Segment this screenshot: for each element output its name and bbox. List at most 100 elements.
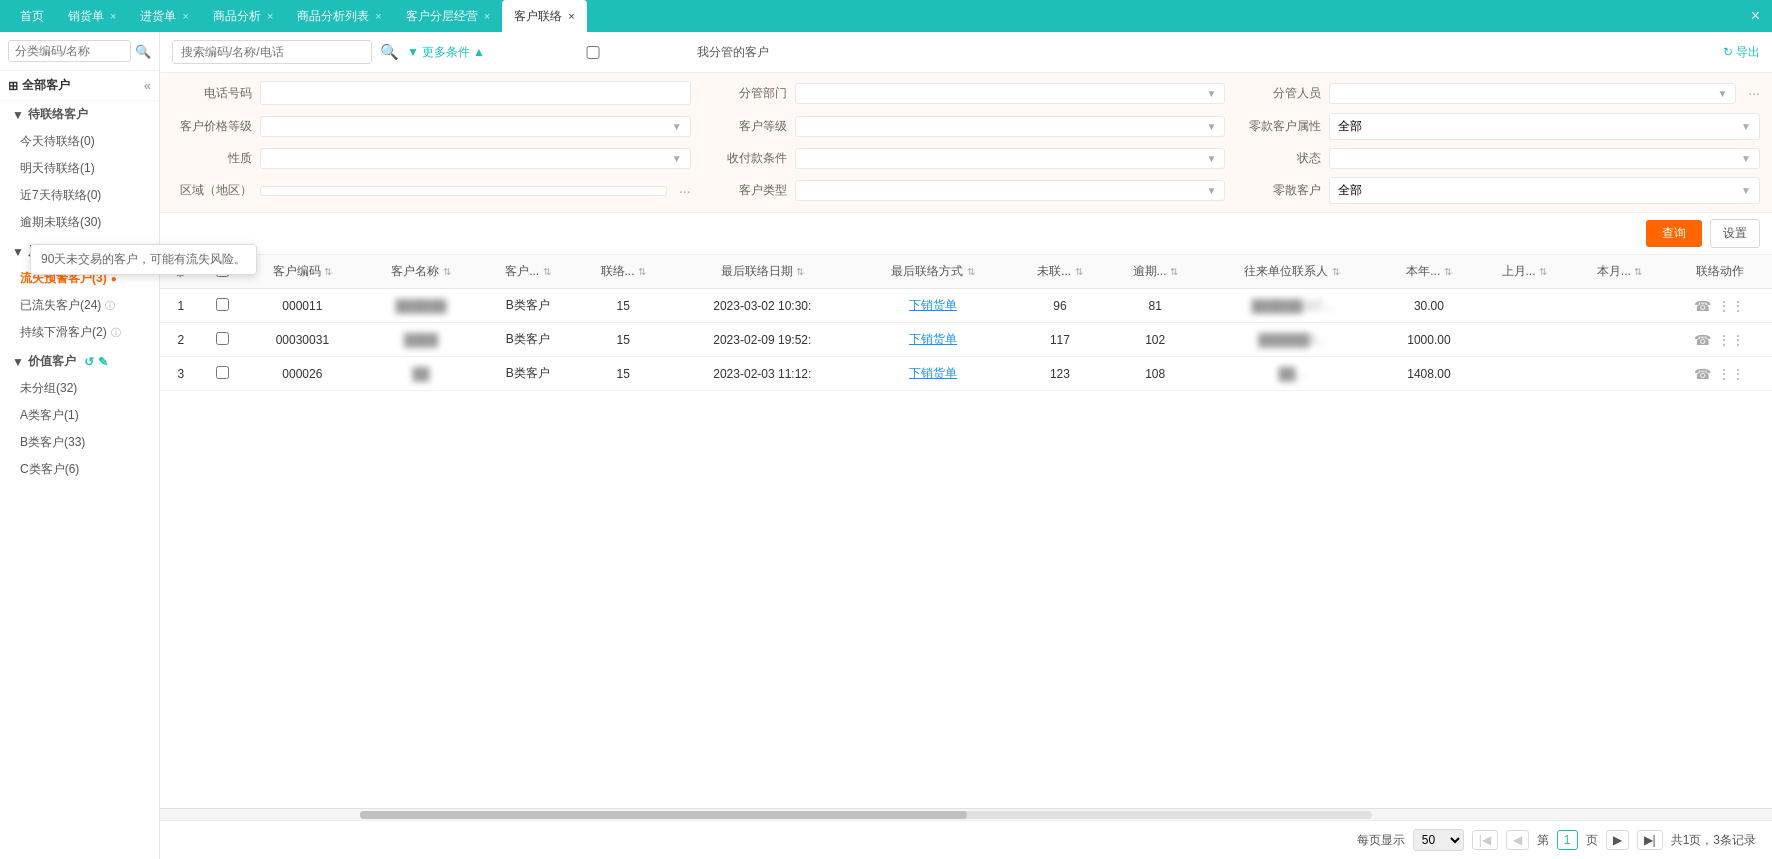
row-checkbox[interactable]	[202, 289, 244, 323]
tab-sales[interactable]: 销货单 ×	[56, 0, 128, 32]
col-last-month-header[interactable]: 上月... ⇅	[1477, 255, 1572, 289]
action-bar: 查询 设置	[160, 213, 1772, 255]
churned-item[interactable]: 已流失客户(24) ⓘ	[0, 292, 159, 319]
person-select[interactable]: ▼	[1329, 83, 1736, 104]
contact-action-icon[interactable]: ☎	[1694, 332, 1711, 348]
row-overdue: 108	[1108, 357, 1203, 391]
ungrouped-item[interactable]: 未分组(32)	[0, 375, 159, 402]
sidebar-search-icon[interactable]: 🔍	[135, 44, 151, 59]
row-last-month	[1477, 289, 1572, 323]
row-last-method[interactable]: 下销货单	[854, 357, 1012, 391]
row-this-month	[1572, 357, 1667, 391]
overdue-contact-item[interactable]: 逾期未联络(30)	[0, 209, 159, 236]
sidebar-search-input[interactable]	[8, 40, 131, 62]
row-checkbox[interactable]	[202, 357, 244, 391]
col-overdue-header[interactable]: 逾期... ⇅	[1108, 255, 1203, 289]
tomorrow-contact-item[interactable]: 明天待联络(1)	[0, 155, 159, 182]
close-product-analysis-icon[interactable]: ×	[267, 10, 273, 22]
more-action-icon[interactable]: ⋮⋮	[1717, 366, 1745, 382]
today-contact-item[interactable]: 今天待联络(0)	[0, 128, 159, 155]
tab-customer-contact[interactable]: 客户联络 ×	[502, 0, 586, 32]
tab-product-analysis[interactable]: 商品分析 ×	[201, 0, 285, 32]
contact-action-icon[interactable]: ☎	[1694, 366, 1711, 382]
arrow-icon: ▼	[12, 245, 24, 259]
person-more-icon[interactable]: ···	[1748, 85, 1760, 101]
top-tabbar: 首页 销货单 × 进货单 × 商品分析 × 商品分析列表 × 客户分层经营 × …	[0, 0, 1772, 32]
query-button[interactable]: 查询	[1646, 220, 1702, 247]
b-class-item[interactable]: B类客户(33)	[0, 429, 159, 456]
edit-icon[interactable]: ✎	[98, 355, 108, 369]
col-last-method-header[interactable]: 最后联络方式 ⇅	[854, 255, 1012, 289]
status-select[interactable]: ▼	[1329, 148, 1760, 169]
dept-select[interactable]: ▼	[795, 83, 1226, 104]
tab-purchase[interactable]: 进货单 ×	[128, 0, 200, 32]
pending-contact-title[interactable]: ▼ 待联络客户	[0, 101, 159, 128]
export-button[interactable]: ↻ 导出	[1723, 44, 1760, 61]
c-class-item[interactable]: C类客户(6)	[0, 456, 159, 483]
customers-table: ⚙ 客户编码 ⇅ 客户名称 ⇅	[160, 255, 1772, 391]
first-page-button[interactable]: |◀	[1472, 830, 1498, 850]
row-last-date: 2023-02-03 11:12:	[671, 357, 854, 391]
tab-product-list[interactable]: 商品分析列表 ×	[285, 0, 393, 32]
more-conditions-toggle[interactable]: ▼ 更多条件 ▲	[407, 44, 485, 61]
next-page-button[interactable]: ▶	[1606, 830, 1629, 850]
tab-home[interactable]: 首页	[8, 0, 56, 32]
search-button[interactable]: 🔍	[380, 43, 399, 61]
zero-customer-arrow-icon: ▼	[1741, 185, 1751, 196]
contact-action-icon[interactable]: ☎	[1694, 298, 1711, 314]
col-this-month-header[interactable]: 本月... ⇅	[1572, 255, 1667, 289]
sidebar-collapse-icon[interactable]: «	[144, 78, 151, 93]
dept-arrow-icon: ▼	[1206, 88, 1216, 99]
last-page-button[interactable]: ▶|	[1637, 830, 1663, 850]
col-type-header[interactable]: 客户... ⇅	[480, 255, 575, 289]
zero-customer-select[interactable]: 全部 ▼	[1329, 177, 1760, 204]
close-customer-contact-icon[interactable]: ×	[568, 10, 574, 22]
per-page-select[interactable]: 50 100 200	[1413, 829, 1464, 851]
col-this-year-header[interactable]: 本年... ⇅	[1381, 255, 1476, 289]
week-contact-item[interactable]: 近7天待联络(0)	[0, 182, 159, 209]
col-name-header[interactable]: 客户名称 ⇅	[362, 255, 481, 289]
region-select[interactable]	[260, 186, 667, 196]
last-month-sort-icon: ⇅	[1539, 266, 1547, 277]
price-level-select[interactable]: ▼	[260, 116, 691, 137]
close-product-list-icon[interactable]: ×	[375, 10, 381, 22]
nature-arrow-icon: ▼	[672, 153, 682, 164]
a-class-item[interactable]: A类客户(1)	[0, 402, 159, 429]
row-checkbox[interactable]	[202, 323, 244, 357]
my-customers-checkbox[interactable]: 我分管的客户	[493, 44, 769, 61]
value-customers-title[interactable]: ▼ 价值客户 ↺ ✎	[0, 348, 159, 375]
region-more-icon[interactable]: ···	[679, 183, 691, 199]
close-purchase-icon[interactable]: ×	[182, 10, 188, 22]
row-last-method[interactable]: 下销货单	[854, 323, 1012, 357]
col-uncontacted-header[interactable]: 未联... ⇅	[1012, 255, 1107, 289]
close-customer-segment-icon[interactable]: ×	[484, 10, 490, 22]
row-last-method[interactable]: 下销货单	[854, 289, 1012, 323]
phone-input[interactable]	[260, 81, 691, 105]
info-icon2: ⓘ	[111, 326, 121, 340]
col-contact-person-header[interactable]: 往来单位联系人 ⇅	[1203, 255, 1381, 289]
zero-attr-select[interactable]: 全部 ▼	[1329, 113, 1760, 140]
declining-item[interactable]: 持续下滑客户(2) ⓘ	[0, 319, 159, 346]
more-action-icon[interactable]: ⋮⋮	[1717, 298, 1745, 314]
scrollbar-thumb[interactable]	[360, 811, 967, 819]
close-sales-icon[interactable]: ×	[110, 10, 116, 22]
search-input[interactable]	[172, 40, 372, 64]
refresh-icon[interactable]: ↺	[84, 355, 94, 369]
all-customers-title[interactable]: ⊞ 全部客户 «	[0, 71, 159, 101]
tab-customer-segment[interactable]: 客户分层经营 ×	[394, 0, 502, 32]
col-code-header[interactable]: 客户编码 ⇅	[243, 255, 362, 289]
window-close-button[interactable]: ×	[1739, 7, 1772, 25]
payment-select[interactable]: ▼	[795, 148, 1226, 169]
customer-level-select[interactable]: ▼	[795, 116, 1226, 137]
table-row: 2 00030031 ████ B类客户 15 2023-02-09 19:52…	[160, 323, 1772, 357]
nature-select[interactable]: ▼	[260, 148, 691, 169]
col-contact-header[interactable]: 联络... ⇅	[576, 255, 671, 289]
settings-button[interactable]: 设置	[1710, 219, 1760, 248]
col-last-date-header[interactable]: 最后联络日期 ⇅	[671, 255, 854, 289]
my-customers-check[interactable]	[493, 46, 693, 59]
horizontal-scrollbar[interactable]	[160, 808, 1772, 820]
more-action-icon[interactable]: ⋮⋮	[1717, 332, 1745, 348]
this-year-sort-icon: ⇅	[1444, 266, 1452, 277]
prev-page-button[interactable]: ◀	[1506, 830, 1529, 850]
customer-type-select[interactable]: ▼	[795, 180, 1226, 201]
